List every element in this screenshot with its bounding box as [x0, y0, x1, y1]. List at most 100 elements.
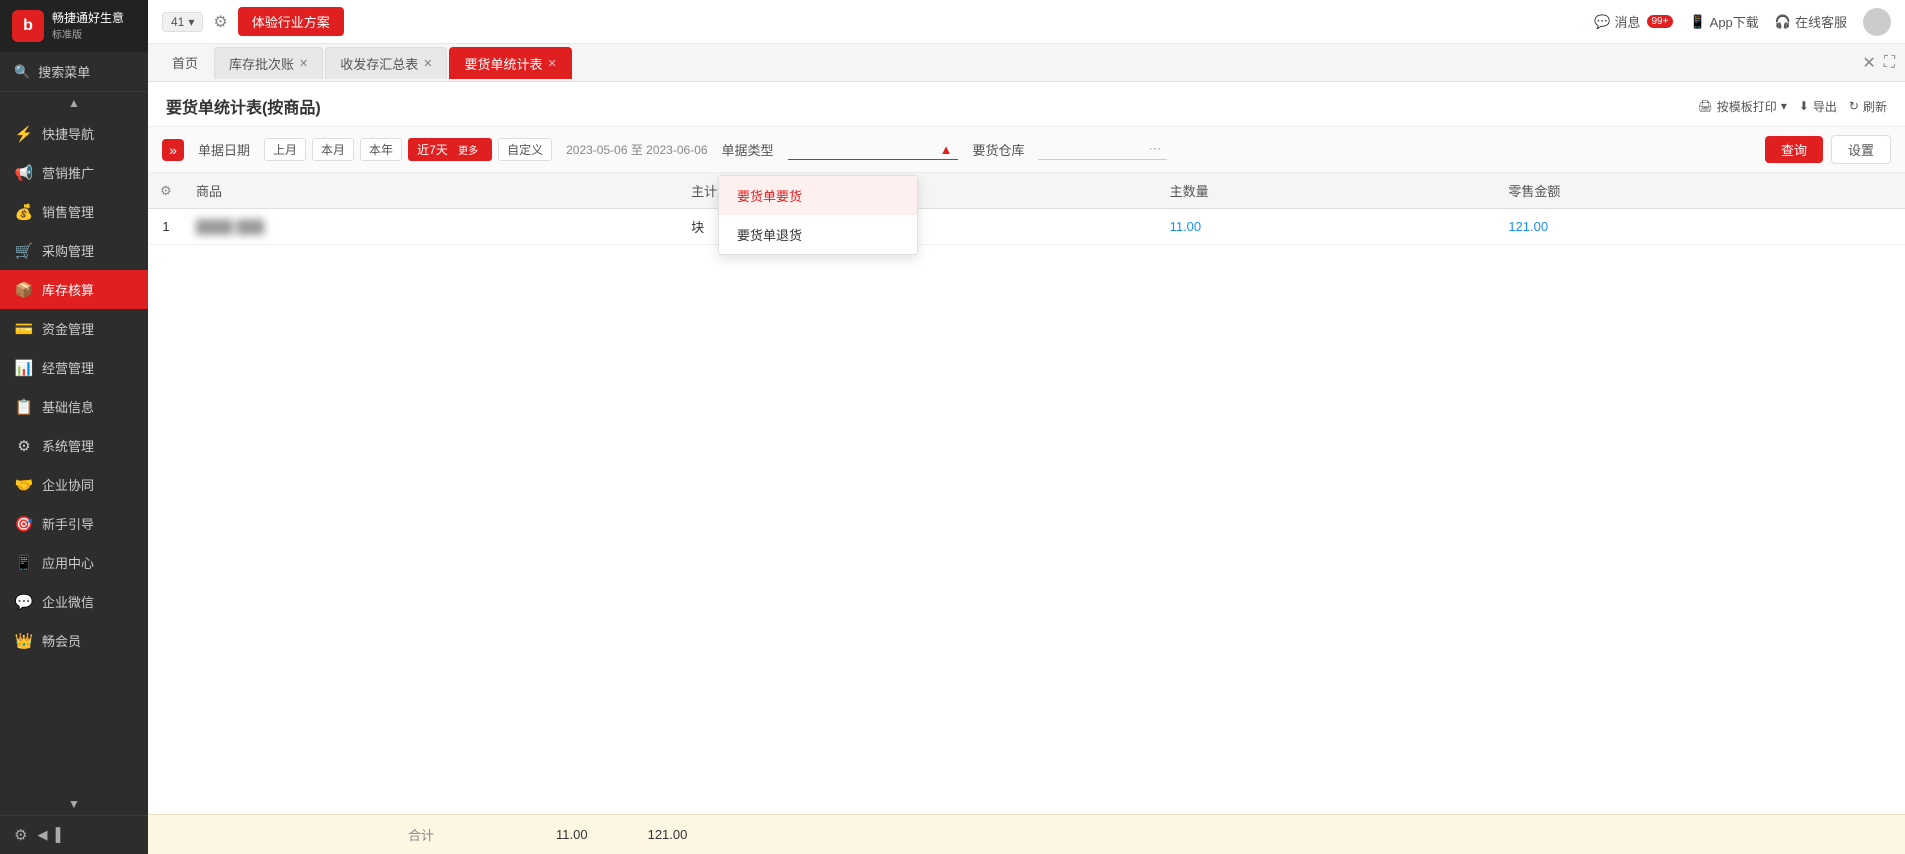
type-input[interactable] [794, 142, 934, 157]
this-year-btn[interactable]: 本年 [360, 138, 402, 161]
refresh-icon: ↻ [1849, 99, 1859, 113]
logo-title: 畅捷通好生意 [52, 11, 124, 27]
logo-icon: b [12, 10, 44, 42]
sidebar-item-basic-info[interactable]: 📋 基础信息 [0, 387, 148, 426]
table-footer: 合计 11.00 121.00 [148, 814, 1905, 854]
sidebar-item-finance[interactable]: 💳 资金管理 [0, 309, 148, 348]
tab-home[interactable]: 首页 [158, 47, 212, 79]
type-select[interactable]: ▲ [788, 140, 959, 160]
table-header-row: ⚙ 商品 主计量单位 主数量 零售金额 [148, 173, 1905, 209]
trial-button[interactable]: 体验行业方案 [238, 7, 344, 36]
sidebar-item-inventory[interactable]: 📦 库存核算 [0, 270, 148, 309]
warehouse-more-icon: ⋯ [1148, 141, 1161, 157]
row-goods: ████ ███ [184, 209, 679, 245]
page-content: 要货单统计表(按商品) 🖨 按模板打印 ▾ ⬇ 导出 ↻ 刷新 » [148, 82, 1905, 814]
sidebar-search[interactable]: 🔍 搜索菜单 [0, 52, 148, 92]
topbar-right: 💬 消息 99+ 📱 App下载 🎧 在线客服 [1594, 8, 1891, 36]
tab-close-all-icon[interactable]: ✕ [1862, 53, 1875, 73]
refresh-button[interactable]: ↻ 刷新 [1849, 98, 1887, 115]
prev-month-btn[interactable]: 上月 [264, 138, 306, 161]
filter-bar: » 单据日期 上月 本月 本年 近7天 更多 自定义 2023-05-06 至 … [148, 126, 1905, 173]
chevron-down-icon: ▾ [188, 15, 194, 29]
print-icon: 🖨 [1698, 99, 1713, 113]
sidebar-item-operations[interactable]: 📊 经营管理 [0, 348, 148, 387]
sidebar-item-member[interactable]: 👑 畅会员 [0, 621, 148, 660]
message-button[interactable]: 💬 消息 99+ [1594, 12, 1673, 31]
operations-icon: 📊 [14, 359, 34, 377]
dropdown-item-order-goods[interactable]: 要货单要货 [719, 176, 917, 215]
settings-icon[interactable]: ⚙ [14, 826, 27, 844]
main-content: 41 ▾ ⚙ 体验行业方案 💬 消息 99+ 📱 App下载 🎧 在线客服 [148, 0, 1905, 854]
sidebar-item-quick-nav[interactable]: ⚡ 快捷导航 [0, 114, 148, 153]
tab-order-stats-close[interactable]: ✕ [548, 57, 557, 70]
sidebar-collapse-icon[interactable]: ◀ ▐ [37, 827, 60, 843]
date-buttons: 上月 本月 本年 近7天 更多 自定义 [264, 138, 552, 161]
sidebar-item-enterprise-wechat[interactable]: 💬 企业微信 [0, 582, 148, 621]
app-icon: 📱 [1689, 14, 1705, 30]
sidebar-logo: b 畅捷通好生意 标准版 [0, 0, 148, 52]
last-7-days-btn[interactable]: 近7天 更多 [408, 138, 492, 161]
export-button[interactable]: ⬇ 导出 [1799, 98, 1837, 115]
query-button[interactable]: 查询 [1765, 136, 1823, 163]
topbar-gear-icon[interactable]: ⚙ [213, 12, 227, 32]
sidebar-nav: ⚡ 快捷导航 📢 营销推广 💰 销售管理 🛒 采购管理 📦 库存核算 💳 资金管… [0, 114, 148, 793]
topbar-left: 41 ▾ ⚙ 体验行业方案 [162, 7, 344, 36]
sidebar-item-marketing[interactable]: 📢 营销推广 [0, 153, 148, 192]
message-badge: 99+ [1647, 15, 1674, 28]
sidebar-bottom: ⚙ ◀ ▐ [0, 815, 148, 854]
sales-icon: 💰 [14, 203, 34, 221]
tabs-right: ✕ ⛶ [1862, 53, 1895, 73]
finance-icon: 💳 [14, 320, 34, 338]
guide-icon: 🎯 [14, 515, 34, 533]
data-table: ⚙ 商品 主计量单位 主数量 零售金额 1 ████ ███ 块 [148, 173, 1905, 245]
tab-inventory-batch[interactable]: 库存批次账 ✕ [214, 47, 323, 79]
warehouse-select[interactable]: ⋯ [1038, 139, 1167, 160]
print-dropdown-icon: ▾ [1781, 99, 1787, 113]
sidebar-scroll-down[interactable]: ▼ [0, 793, 148, 815]
page-actions: 🖨 按模板打印 ▾ ⬇ 导出 ↻ 刷新 [1698, 98, 1887, 115]
tab-order-stats[interactable]: 要货单统计表 ✕ [449, 47, 571, 79]
tab-inventory-batch-close[interactable]: ✕ [299, 57, 308, 70]
sidebar-item-guide[interactable]: 🎯 新手引导 [0, 504, 148, 543]
logo-subtitle: 标准版 [52, 26, 124, 41]
dropdown-item-order-return[interactable]: 要货单退货 [719, 215, 917, 254]
footer-amount: 121.00 [618, 827, 718, 842]
date-range: 2023-05-06 至 2023-06-06 [566, 141, 707, 158]
sidebar-item-purchase[interactable]: 🛒 采购管理 [0, 231, 148, 270]
row-amount[interactable]: 121.00 [1496, 209, 1905, 245]
support-icon: 🎧 [1775, 14, 1791, 30]
settings-button[interactable]: 设置 [1831, 135, 1891, 164]
tab-expand-icon[interactable]: ⛶ [1884, 54, 1895, 72]
sidebar-scroll-up[interactable]: ▲ [0, 92, 148, 114]
custom-date-btn[interactable]: 自定义 [498, 138, 552, 161]
warehouse-label: 要货仓库 [972, 140, 1024, 159]
table-row: 1 ████ ███ 块 11.00 121.00 [148, 209, 1905, 245]
row-quantity[interactable]: 11.00 [1158, 209, 1497, 245]
tab-receive-summary[interactable]: 收发存汇总表 ✕ [325, 47, 447, 79]
sidebar-item-app-center[interactable]: 📱 应用中心 [0, 543, 148, 582]
sidebar-item-system[interactable]: ⚙ 系统管理 [0, 426, 148, 465]
support-button[interactable]: 🎧 在线客服 [1775, 12, 1847, 31]
sidebar-item-sales[interactable]: 💰 销售管理 [0, 192, 148, 231]
filter-toggle-button[interactable]: » [162, 139, 184, 161]
table-col-gear: ⚙ [148, 173, 184, 209]
sidebar-item-enterprise[interactable]: 🤝 企业协同 [0, 465, 148, 504]
table-gear-icon[interactable]: ⚙ [160, 183, 172, 198]
footer-quantity: 11.00 [526, 827, 618, 842]
avatar[interactable] [1863, 8, 1891, 36]
topbar-id: 41 ▾ [162, 12, 203, 32]
type-select-arrow: ▲ [940, 142, 953, 157]
this-month-btn[interactable]: 本月 [312, 138, 354, 161]
app-center-icon: 📱 [14, 554, 34, 572]
quick-nav-icon: ⚡ [14, 125, 34, 143]
warehouse-input[interactable] [1044, 142, 1144, 157]
app-download-button[interactable]: 📱 App下载 [1689, 12, 1758, 31]
marketing-icon: 📢 [14, 164, 34, 182]
search-icon: 🔍 [14, 64, 30, 80]
page-title: 要货单统计表(按商品) [166, 94, 321, 118]
footer-label: 合计 [396, 825, 446, 844]
tab-receive-summary-close[interactable]: ✕ [423, 57, 432, 70]
print-button[interactable]: 🖨 按模板打印 ▾ [1698, 98, 1787, 115]
more-dates-badge: 更多 [453, 145, 483, 158]
sidebar: b 畅捷通好生意 标准版 🔍 搜索菜单 ▲ ⚡ 快捷导航 📢 营销推广 💰 销售… [0, 0, 148, 854]
